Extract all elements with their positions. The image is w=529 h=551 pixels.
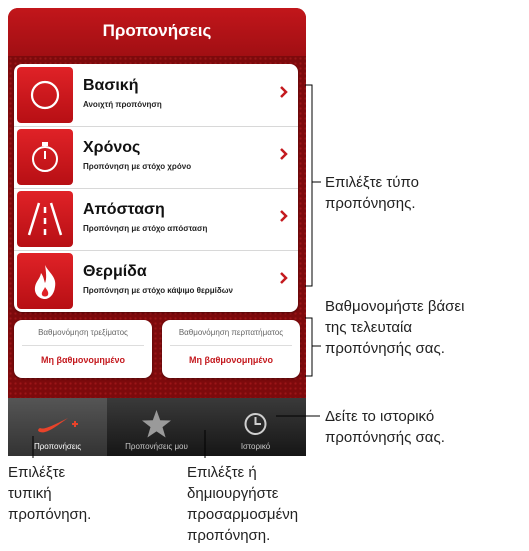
annotation-line: Επιλέξτε (8, 464, 66, 481)
annotation-line: της τελευταία (325, 319, 413, 336)
annotation-line: προσαρμοσμένη (187, 506, 299, 523)
annotation-line: προπόνησής σας. (325, 429, 445, 446)
annotation-custom: Επιλέξτε ή δημιουργήστε προσαρμοσμένη πρ… (187, 462, 298, 546)
annotation-line: Επιλέξτε ή (187, 464, 257, 481)
annotation-standard: Επιλέξτε τυπική προπόνηση. (8, 462, 91, 525)
annotation-line: προπόνησής σας. (325, 340, 445, 357)
annotation-line: δημιουργήστε (187, 485, 279, 502)
annotation-line: προπόνηση. (8, 506, 92, 523)
annotation-history: Δείτε το ιστορικό προπόνησής σας. (325, 406, 445, 448)
annotation-line: Δείτε το ιστορικό (325, 408, 435, 425)
annotation-line: Βαθμονομήστε βάσει (325, 298, 465, 315)
annotation-calibrate: Βαθμονομήστε βάσει της τελευταία προπόνη… (325, 296, 464, 359)
annotation-choose-type: Επιλέξτε τύπο προπόνησης. (325, 172, 419, 214)
annotation-line: προπόνηση. (187, 527, 271, 544)
annotation-line: προπόνησης. (325, 195, 416, 212)
annotation-line: τυπική (8, 485, 52, 502)
annotation-line: Επιλέξτε τύπο (325, 174, 419, 191)
